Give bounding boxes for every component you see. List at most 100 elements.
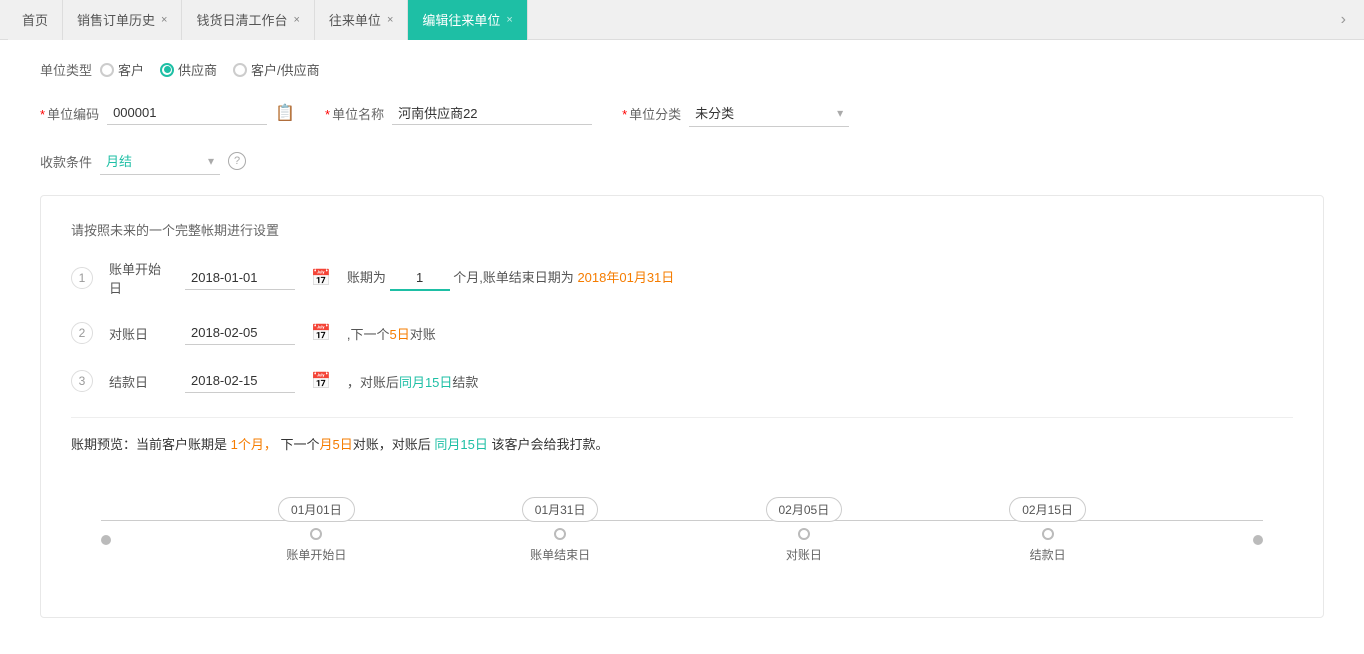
unit-code-label: *单位编码 [40, 104, 99, 123]
step-num-3: 3 [71, 370, 93, 392]
help-icon[interactable]: ? [228, 152, 246, 170]
step-desc-3: ，对账后同月15日结款 [347, 372, 479, 391]
radio-supplier[interactable]: 供应商 [160, 60, 217, 79]
preview-payment-day: 同月15日 [434, 437, 487, 452]
step-date-input-3[interactable] [185, 369, 295, 393]
payment-chevron-icon: ▾ [208, 154, 214, 168]
payment-condition-label: 收款条件 [40, 152, 92, 171]
step-row-2: 2 对账日 📅 ,下一个5日对账 [71, 321, 1293, 345]
period-label: 账期为 [347, 270, 386, 285]
timeline-node-4: 02月15日 结款日 [1009, 497, 1086, 563]
timeline-nodes: 01月01日 账单开始日 01月31日 账单结束日 02月05日 对账日 [101, 497, 1263, 563]
unit-code-input[interactable] [107, 101, 267, 125]
reconcile-prefix: ,下一个 [347, 327, 390, 342]
timeline-label-2: 账单结束日 [530, 546, 590, 563]
tab-bar: 首页 销售订单历史 × 钱货日清工作台 × 往来单位 × 编辑往来单位 × › [0, 0, 1364, 40]
radio-customer-circle [100, 63, 114, 77]
timeline-dot-4 [1042, 528, 1054, 540]
radio-both[interactable]: 客户/供应商 [233, 60, 320, 79]
period-settings-section: 请按照未来的一个完整帐期进行设置 1 账单开始日 📅 账期为 个月,账单结束日期… [40, 195, 1324, 618]
tab-sales-history[interactable]: 销售订单历史 × [63, 0, 182, 40]
tab-expand-button[interactable]: › [1331, 11, 1356, 29]
radio-customer[interactable]: 客户 [100, 60, 144, 79]
payment-condition-field: 收款条件 月结 ▾ ? [40, 147, 246, 175]
unit-class-chevron-icon: ▾ [837, 106, 843, 120]
calendar-icon-1[interactable]: 📅 [311, 268, 331, 288]
unit-code-star: * [40, 107, 45, 122]
preview-text: 账期预览：当前客户账期是 1个月， 下一个月5日对账，对账后 同月15日 该客户… [71, 434, 1293, 453]
timeline-label-1: 账单开始日 [286, 546, 346, 563]
step-date-input-1[interactable] [185, 266, 295, 290]
radio-group-unit-type: 客户 供应商 客户/供应商 [100, 60, 320, 79]
step-label-2: 对账日 [109, 324, 169, 343]
unit-class-label: *单位分类 [622, 104, 681, 123]
tab-partners-label: 往来单位 [329, 10, 381, 29]
unit-name-label: *单位名称 [325, 104, 384, 123]
calendar-icon-2[interactable]: 📅 [311, 323, 331, 343]
tab-edit-partner[interactable]: 编辑往来单位 × [408, 0, 527, 40]
tab-home-label: 首页 [22, 10, 48, 29]
timeline-dot-3 [798, 528, 810, 540]
main-content: 单位类型 客户 供应商 客户/供应商 *单位编码 [0, 40, 1364, 654]
tab-sales-history-close[interactable]: × [161, 14, 167, 26]
payment-prefix: ，对账后 [347, 375, 399, 390]
timeline-node-3: 02月05日 对账日 [766, 497, 843, 563]
tab-partners[interactable]: 往来单位 × [315, 0, 408, 40]
radio-both-circle [233, 63, 247, 77]
unit-details-row: *单位编码 📋 *单位名称 *单位分类 未分类 ▾ [40, 99, 1324, 127]
payment-suffix: 结款 [452, 375, 478, 390]
unit-class-star: * [622, 107, 627, 122]
step-label-1: 账单开始日 [109, 259, 169, 297]
calendar-icon-3[interactable]: 📅 [311, 371, 331, 391]
timeline-badge-4: 02月15日 [1009, 497, 1086, 522]
unit-type-field: 单位类型 客户 供应商 客户/供应商 [40, 60, 320, 79]
radio-both-label: 客户/供应商 [251, 60, 320, 79]
tab-cash-work[interactable]: 钱货日清工作台 × [182, 0, 314, 40]
step-desc-2: ,下一个5日对账 [347, 324, 436, 343]
payment-day-highlight: 同月15日 [399, 375, 452, 390]
tab-home[interactable]: 首页 [8, 0, 63, 40]
period-value-input[interactable] [390, 266, 450, 291]
end-date-highlight: 2018年01月31日 [577, 270, 674, 285]
section-hint: 请按照未来的一个完整帐期进行设置 [71, 220, 1293, 239]
unit-name-input[interactable] [392, 101, 592, 125]
unit-type-row: 单位类型 客户 供应商 客户/供应商 [40, 60, 1324, 79]
document-icon[interactable]: 📋 [275, 103, 295, 123]
payment-condition-value: 月结 [106, 151, 204, 170]
period-unit-label: 个月,账单结束日期为 [453, 270, 574, 285]
tab-edit-partner-close[interactable]: × [506, 14, 512, 26]
unit-name-field: *单位名称 [325, 101, 592, 125]
timeline-end-dot [1253, 535, 1263, 545]
unit-class-value: 未分类 [695, 103, 833, 122]
timeline-node-1: 01月01日 账单开始日 [278, 497, 355, 563]
preview-end: 该客户会给我打款。 [491, 437, 608, 452]
unit-class-field: *单位分类 未分类 ▾ [622, 99, 849, 127]
tab-cash-work-close[interactable]: × [293, 14, 299, 26]
timeline-badge-1: 01月01日 [278, 497, 355, 522]
preview-reconcile-prefix: 下一个 [281, 437, 320, 452]
timeline-node-2: 01月31日 账单结束日 [522, 497, 599, 563]
step-num-1: 1 [71, 267, 93, 289]
preview-reconcile-day: 月5日 [320, 437, 353, 452]
timeline-left-endpoint [101, 535, 111, 545]
step-desc-1: 账期为 个月,账单结束日期为 2018年01月31日 [347, 266, 674, 291]
divider [71, 417, 1293, 418]
radio-customer-label: 客户 [118, 60, 144, 79]
unit-type-label: 单位类型 [40, 60, 92, 79]
timeline-label-3: 对账日 [786, 546, 822, 563]
reconcile-suffix: 对账 [410, 327, 436, 342]
preview-reconcile-suffix: 对账，对账后 [353, 437, 431, 452]
radio-supplier-label: 供应商 [178, 60, 217, 79]
step-date-input-2[interactable] [185, 321, 295, 345]
timeline-badge-3: 02月05日 [766, 497, 843, 522]
preview-label: 账期预览：当前客户账期是 [71, 437, 227, 452]
step-row-3: 3 结款日 📅 ，对账后同月15日结款 [71, 369, 1293, 393]
reconcile-day-highlight: 5日 [390, 327, 410, 342]
step-row-1: 1 账单开始日 📅 账期为 个月,账单结束日期为 2018年01月31日 [71, 259, 1293, 297]
tab-partners-close[interactable]: × [387, 14, 393, 26]
timeline-dot-2 [554, 528, 566, 540]
tab-cash-work-label: 钱货日清工作台 [196, 10, 287, 29]
unit-class-dropdown[interactable]: 未分类 ▾ [689, 99, 849, 127]
preview-period: 1个月， [231, 437, 277, 452]
payment-condition-dropdown[interactable]: 月结 ▾ [100, 147, 220, 175]
